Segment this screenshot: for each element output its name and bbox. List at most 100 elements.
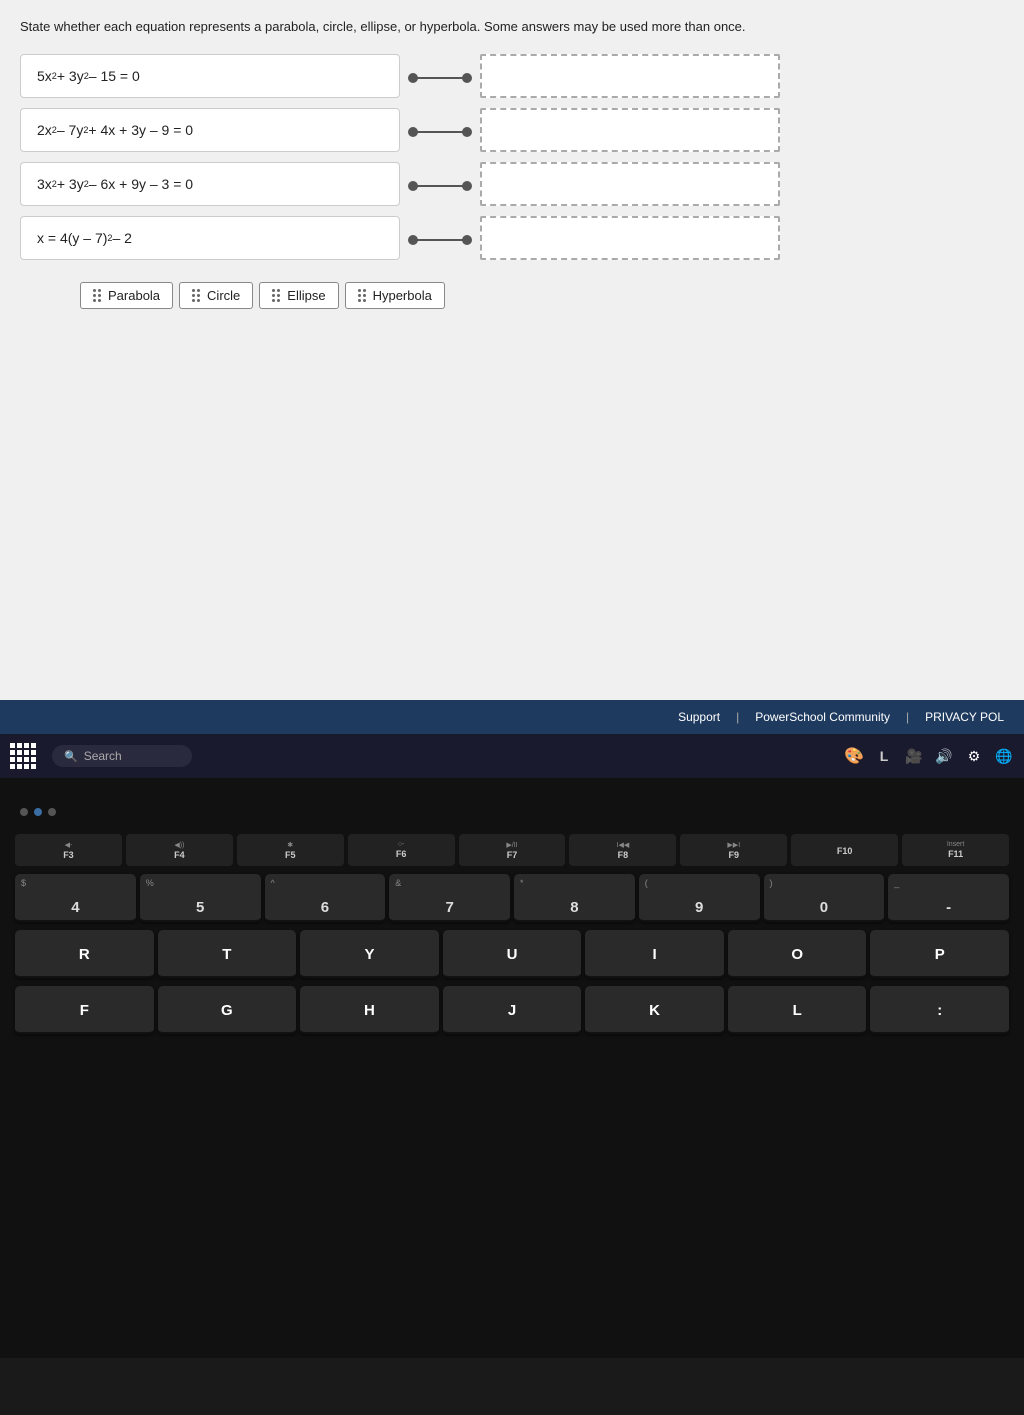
footer-community[interactable]: PowerSchool Community — [755, 710, 890, 724]
key-f7[interactable]: ▶/II F7 — [459, 834, 566, 866]
key-p[interactable]: P — [870, 930, 1009, 978]
key-6[interactable]: ^ 6 — [265, 874, 386, 922]
footer-support[interactable]: Support — [678, 710, 720, 724]
key-r-label: R — [79, 946, 90, 963]
key-4-shift: $ — [21, 878, 26, 888]
footer-sep2: | — [906, 710, 909, 724]
key-y[interactable]: Y — [300, 930, 439, 978]
key-f10[interactable]: F10 — [791, 834, 898, 866]
key-f4-top: ◀)) — [174, 841, 184, 849]
taskbar-icon-paint[interactable]: 🎨 — [844, 746, 864, 766]
equation-3[interactable]: 3x2 + 3y2 – 6x + 9y – 3 = 0 — [20, 162, 400, 206]
key-7[interactable]: & 7 — [389, 874, 510, 922]
key-6-shift: ^ — [271, 878, 275, 888]
key-f-label: F — [80, 1002, 89, 1019]
key-9-main: 9 — [695, 899, 703, 916]
key-minus[interactable]: _ - — [888, 874, 1009, 922]
key-minus-shift: _ — [894, 878, 899, 888]
chip-circle-label: Circle — [207, 288, 240, 303]
key-i[interactable]: I — [585, 930, 724, 978]
status-dot-2 — [34, 808, 42, 816]
answer-drop-1[interactable] — [480, 54, 780, 98]
answer-options: Parabola Circle Ellipse Hyper — [80, 282, 1004, 309]
key-f8[interactable]: I◀◀ F8 — [569, 834, 676, 866]
letter-row-fl: F G H J K L : — [10, 986, 1014, 1034]
answer-drop-4[interactable] — [480, 216, 780, 260]
key-6-main: 6 — [321, 899, 329, 916]
key-8-shift: * — [520, 878, 524, 888]
equation-4[interactable]: x = 4(y – 7)2 – 2 — [20, 216, 400, 260]
taskbar-search-box[interactable]: 🔍 Search — [52, 745, 192, 767]
key-7-shift: & — [395, 878, 401, 888]
chip-parabola[interactable]: Parabola — [80, 282, 173, 309]
drag-dots-hyperbola — [358, 289, 366, 302]
key-f7-main: F7 — [507, 850, 518, 860]
key-f3[interactable]: ◀- F3 — [15, 834, 122, 866]
chip-ellipse[interactable]: Ellipse — [259, 282, 338, 309]
taskbar: 🔍 Search 🎨 L 🎥 🔊 ⚙ 🌐 — [0, 734, 1024, 778]
connector-1 — [410, 56, 470, 100]
equation-2[interactable]: 2x2 – 7y2 + 4x + 3y – 9 = 0 — [20, 108, 400, 152]
key-j[interactable]: J — [443, 986, 582, 1034]
drag-dots-circle — [192, 289, 200, 302]
key-t[interactable]: T — [158, 930, 297, 978]
status-dots — [20, 808, 1014, 816]
key-h-label: H — [364, 1002, 375, 1019]
drag-dots-parabola — [93, 289, 101, 302]
connectors-column — [400, 54, 480, 262]
key-f10-main: F10 — [837, 846, 853, 856]
chip-circle[interactable]: Circle — [179, 282, 253, 309]
key-f8-top: I◀◀ — [617, 841, 630, 849]
answer-drop-2[interactable] — [480, 108, 780, 152]
taskbar-icons: 🎨 L 🎥 🔊 ⚙ 🌐 — [844, 746, 1014, 766]
key-f4-main: F4 — [174, 850, 185, 860]
key-j-label: J — [508, 1002, 516, 1019]
taskbar-icon-settings[interactable]: ⚙ — [964, 746, 984, 766]
chip-hyperbola[interactable]: Hyperbola — [345, 282, 445, 309]
start-button[interactable] — [10, 743, 36, 769]
key-f6-main: F6 — [396, 849, 407, 859]
key-5-shift: % — [146, 878, 154, 888]
answer-drop-3[interactable] — [480, 162, 780, 206]
key-f[interactable]: F — [15, 986, 154, 1034]
footer-privacy[interactable]: PRIVACY POL — [925, 710, 1004, 724]
key-l[interactable]: L — [728, 986, 867, 1034]
key-k[interactable]: K — [585, 986, 724, 1034]
taskbar-icon-l[interactable]: L — [874, 746, 894, 766]
key-k-label: K — [649, 1002, 660, 1019]
key-7-main: 7 — [445, 899, 453, 916]
browser-content: State whether each equation represents a… — [0, 0, 1024, 700]
key-colon[interactable]: : — [870, 986, 1009, 1034]
connector-4 — [410, 218, 470, 262]
taskbar-icon-browser[interactable]: 🌐 — [994, 746, 1014, 766]
key-f9-main: F9 — [729, 850, 740, 860]
key-f11-top: Insert — [947, 841, 965, 848]
key-8-main: 8 — [570, 899, 578, 916]
key-r[interactable]: R — [15, 930, 154, 978]
key-0[interactable]: ) 0 — [764, 874, 885, 922]
key-u[interactable]: U — [443, 930, 582, 978]
key-f6[interactable]: ○- F6 — [348, 834, 455, 866]
key-o[interactable]: O — [728, 930, 867, 978]
status-dot-3 — [48, 808, 56, 816]
taskbar-icon-volume[interactable]: 🔊 — [934, 746, 954, 766]
key-4[interactable]: $ 4 — [15, 874, 136, 922]
key-f4[interactable]: ◀)) F4 — [126, 834, 233, 866]
instruction-text: State whether each equation represents a… — [20, 18, 1004, 36]
key-5[interactable]: % 5 — [140, 874, 261, 922]
key-9[interactable]: ( 9 — [639, 874, 760, 922]
key-h[interactable]: H — [300, 986, 439, 1034]
key-f6-top: ○- — [398, 841, 405, 848]
key-8[interactable]: * 8 — [514, 874, 635, 922]
drag-dots-ellipse — [272, 289, 280, 302]
key-f5-top: ✱ — [287, 841, 293, 849]
key-o-label: O — [791, 946, 803, 963]
equation-1[interactable]: 5x2 + 3y2 – 15 = 0 — [20, 54, 400, 98]
chip-ellipse-label: Ellipse — [287, 288, 325, 303]
taskbar-icon-video[interactable]: 🎥 — [904, 746, 924, 766]
key-f5-main: F5 — [285, 850, 296, 860]
key-f11[interactable]: Insert F11 — [902, 834, 1009, 866]
key-f9[interactable]: ▶▶I F9 — [680, 834, 787, 866]
key-f5[interactable]: ✱ F5 — [237, 834, 344, 866]
key-g[interactable]: G — [158, 986, 297, 1034]
